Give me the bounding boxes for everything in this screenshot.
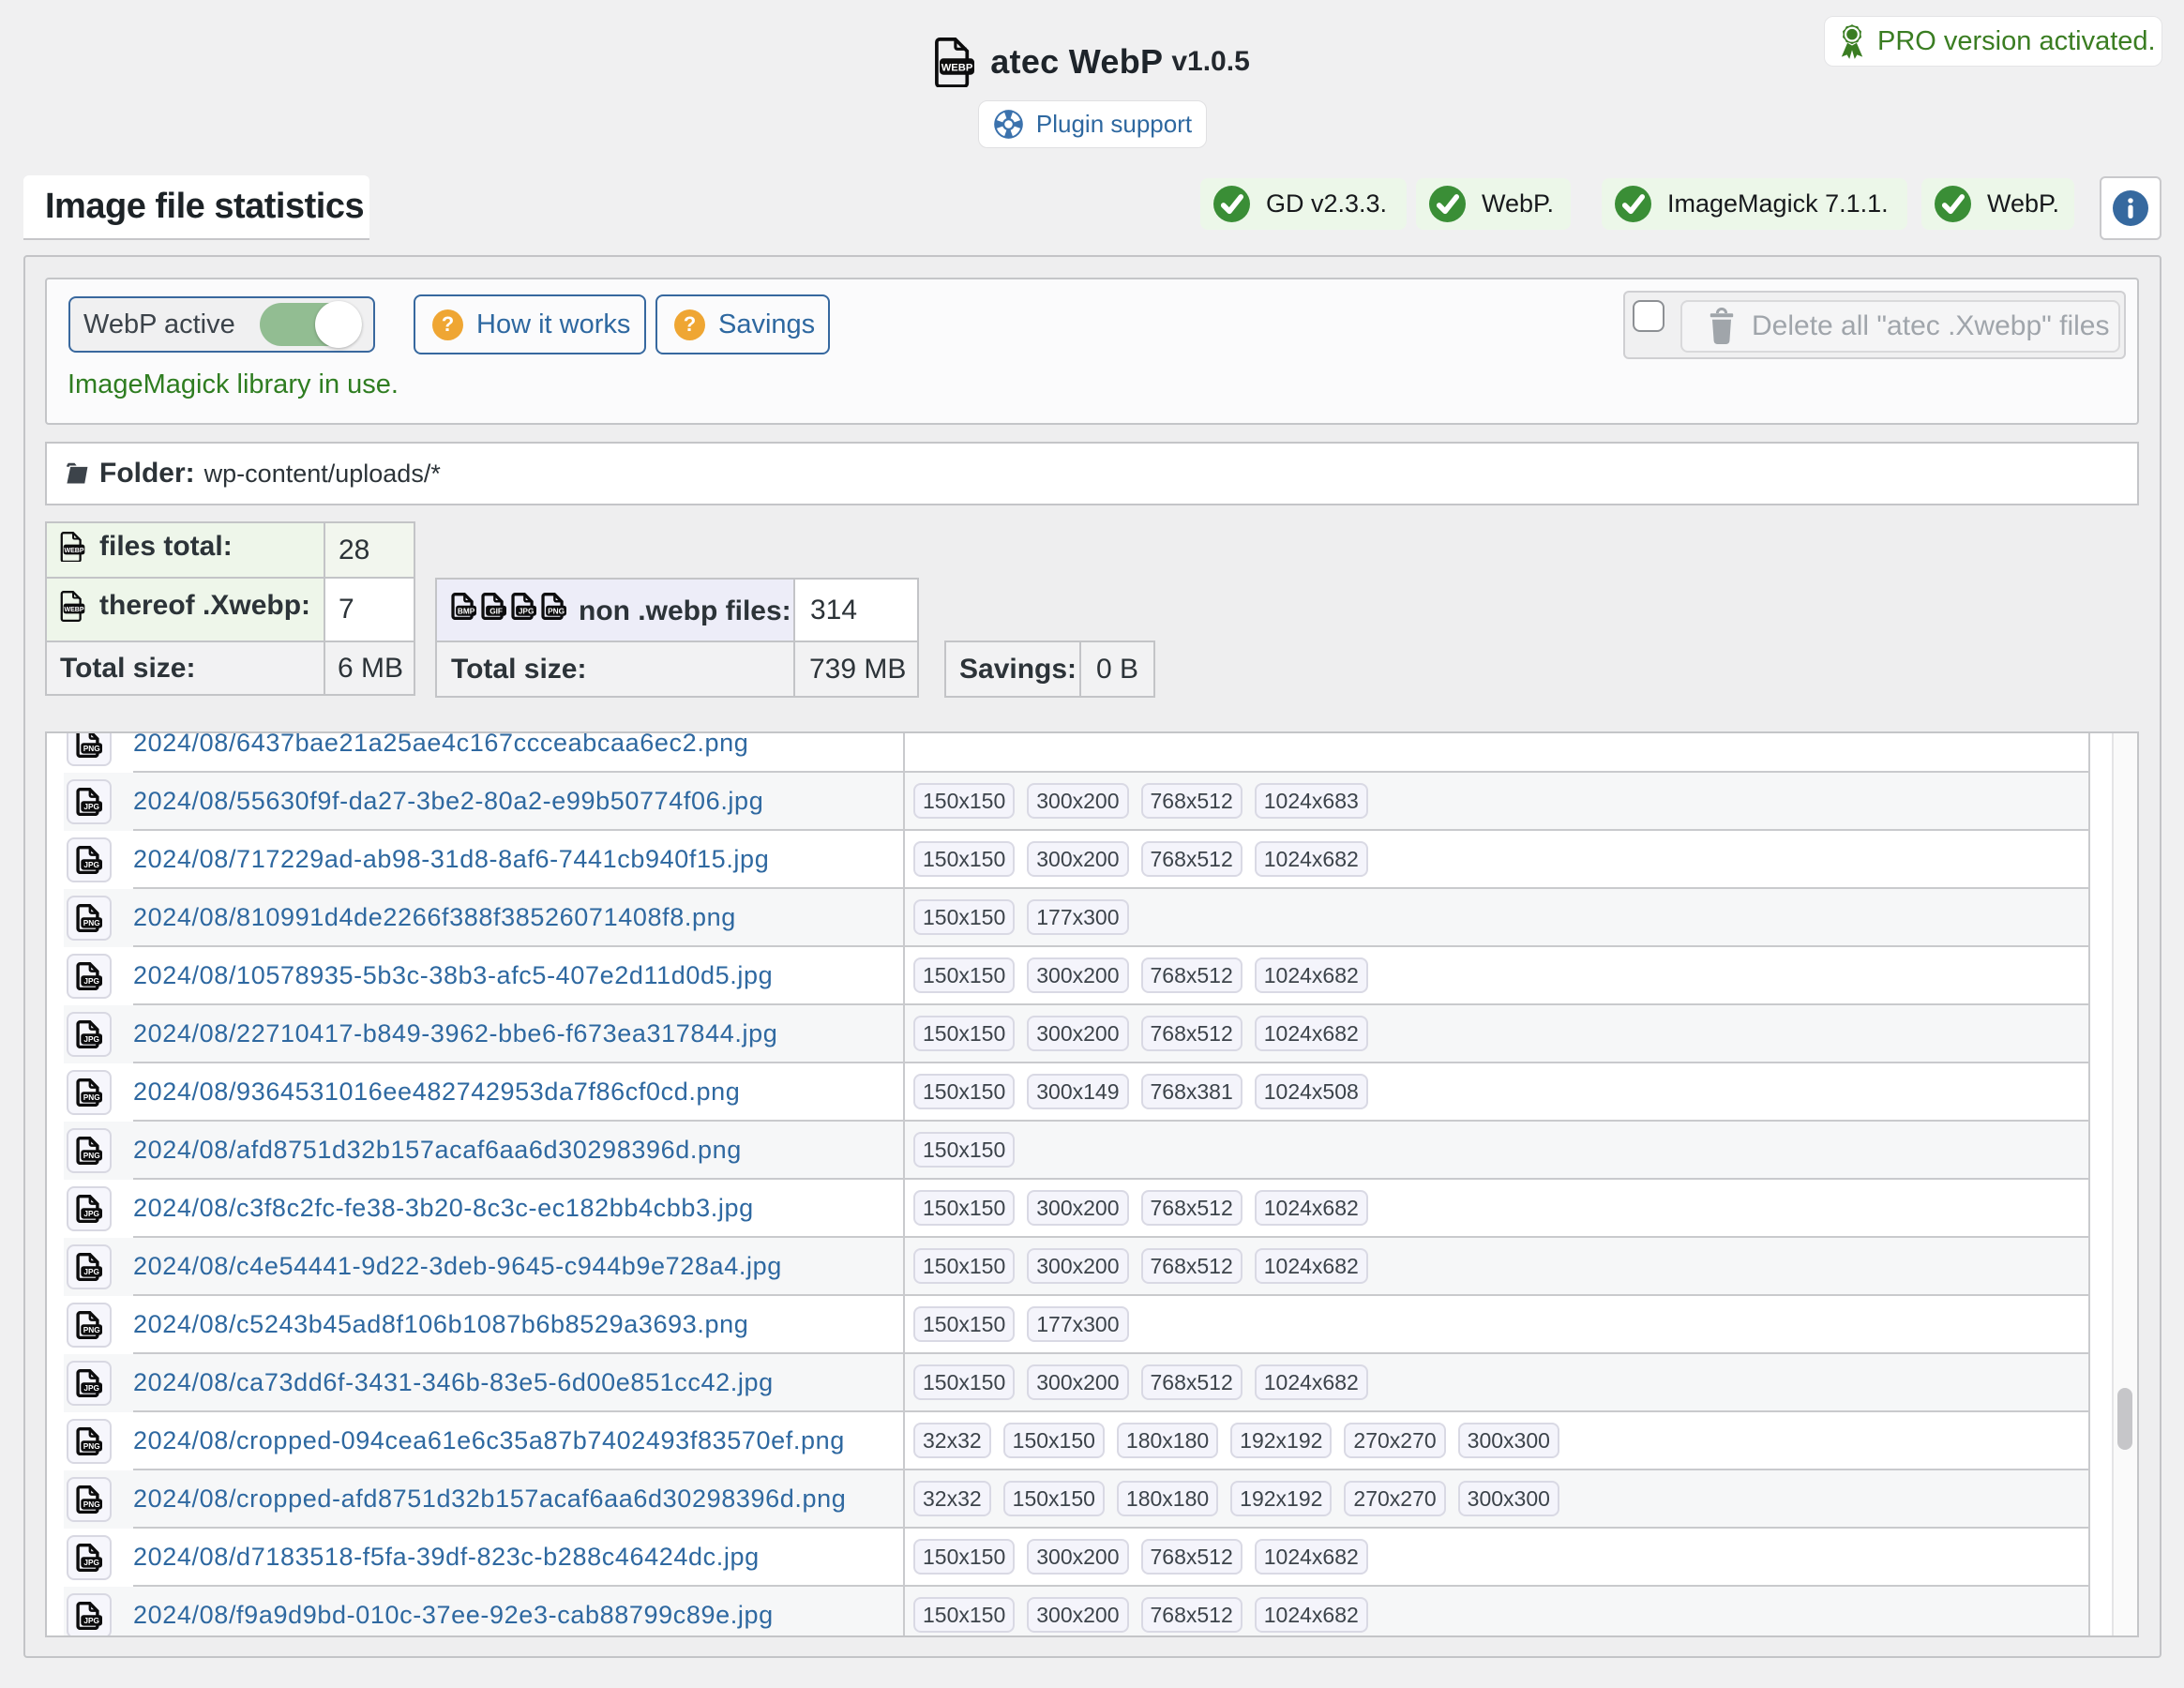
svg-text:PNG: PNG [83, 1441, 100, 1451]
svg-text:WEBP: WEBP [64, 607, 83, 613]
svg-text:JPG: JPG [83, 802, 99, 811]
svg-text:JPG: JPG [83, 1209, 99, 1218]
svg-text:PNG: PNG [83, 1500, 100, 1509]
svg-text:PNG: PNG [83, 1151, 100, 1160]
svg-text:JPG: JPG [83, 1034, 99, 1044]
svg-text:PNG: PNG [548, 606, 565, 615]
svg-text:JPG: JPG [83, 860, 99, 869]
svg-text:WEBP: WEBP [941, 62, 973, 73]
svg-text:JPG: JPG [83, 1558, 99, 1567]
svg-text:BMP: BMP [458, 606, 475, 615]
svg-text:JPG: JPG [83, 1383, 99, 1393]
svg-text:GIF: GIF [490, 606, 503, 615]
svg-text:JPG: JPG [83, 1267, 99, 1276]
svg-text:JPG: JPG [83, 1616, 99, 1625]
svg-text:PNG: PNG [83, 1093, 100, 1102]
svg-text:JPG: JPG [519, 606, 535, 615]
svg-text:PNG: PNG [83, 744, 100, 753]
svg-text:WEBP: WEBP [64, 547, 83, 553]
svg-text:PNG: PNG [83, 1325, 100, 1334]
svg-text:JPG: JPG [83, 976, 99, 986]
svg-text:PNG: PNG [83, 918, 100, 927]
